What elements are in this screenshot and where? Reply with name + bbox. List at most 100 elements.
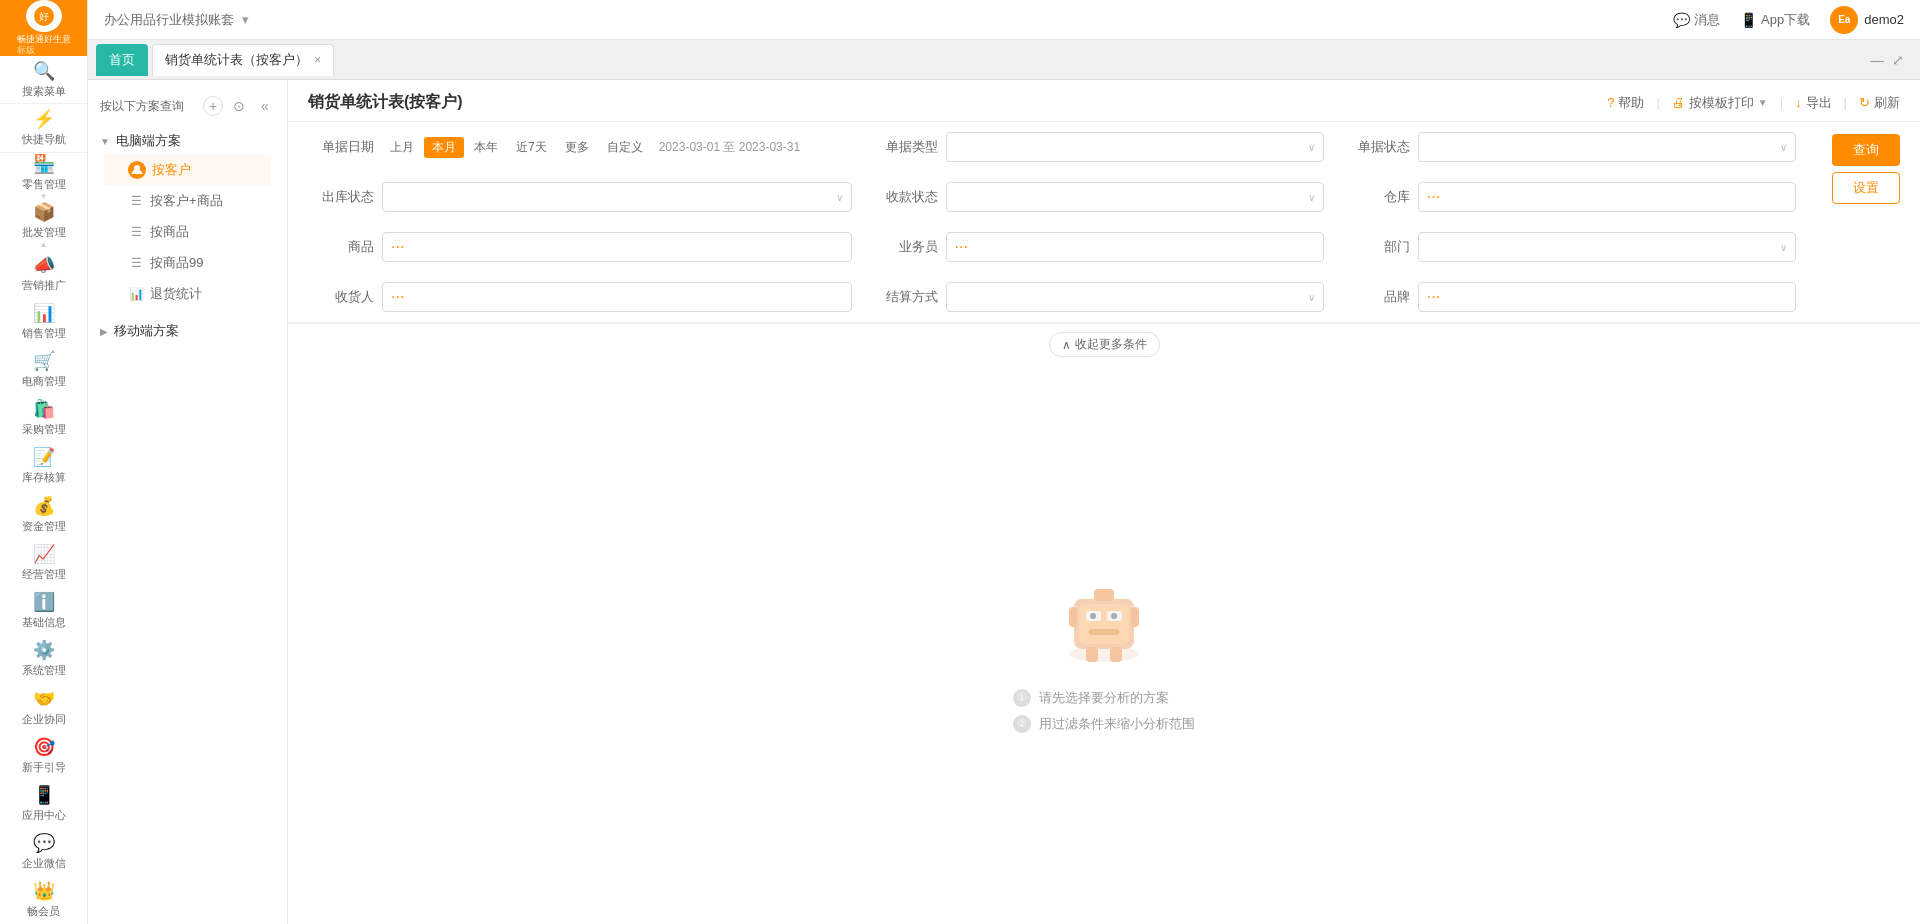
- product99-icon: ☰: [128, 255, 144, 271]
- sidebar-item-basics[interactable]: ℹ️ 基础信息: [0, 587, 88, 635]
- header-right: 💬 消息 📱 App下载 Ea demo2: [1673, 6, 1904, 34]
- step-2-num: ②: [1013, 715, 1031, 733]
- scheme-item-return-stats[interactable]: 📊 退货统计: [104, 279, 271, 309]
- collect-status-select[interactable]: ∨: [946, 182, 1324, 212]
- sidebar-item-retail[interactable]: 🏪 零售管理 ▼: [0, 153, 88, 201]
- date-tab-7days[interactable]: 近7天: [508, 137, 555, 158]
- filter-row-1: 单据日期 上月 本月 本年 近7天 更多 自定义 20: [288, 122, 1812, 162]
- scheme-header: 按以下方案查询 + ⊙ «: [88, 88, 287, 124]
- svg-rect-12: [1069, 607, 1077, 627]
- btn-group: 查询 设置: [1812, 122, 1920, 322]
- product-select[interactable]: ···: [382, 232, 852, 262]
- date-tab-this-year[interactable]: 本年: [466, 137, 506, 158]
- sidebar-item-wholesale[interactable]: 📦 批发管理 ▲: [0, 201, 88, 249]
- date-label: 单据日期: [304, 138, 374, 156]
- operations-icon: 📈: [33, 543, 55, 565]
- scheme-item-by-product[interactable]: ☰ 按商品: [104, 217, 271, 247]
- sidebar-item-ecommerce[interactable]: 🛒 电商管理: [0, 345, 88, 393]
- scheme-settings-button[interactable]: ⊙: [229, 96, 249, 116]
- return-stats-icon: 📊: [128, 286, 144, 302]
- date-tab-more[interactable]: 更多: [557, 137, 597, 158]
- salesperson-select[interactable]: ···: [946, 232, 1324, 262]
- product-icon: ☰: [128, 224, 144, 240]
- system-icon: ⚙️: [33, 639, 55, 661]
- sidebar-item-operations[interactable]: 📈 经营管理: [0, 538, 88, 586]
- ecommerce-icon: 🛒: [33, 350, 55, 372]
- doc-status-select[interactable]: ∨: [1418, 132, 1796, 162]
- print-icon: 🖨: [1672, 95, 1685, 110]
- tab-home[interactable]: 首页: [96, 44, 148, 76]
- member-icon: 👑: [33, 880, 55, 902]
- tab-minimize-icon[interactable]: —: [1870, 52, 1884, 68]
- help-button[interactable]: ? 帮助: [1607, 94, 1644, 112]
- tab-close-icon[interactable]: ×: [314, 53, 321, 67]
- filter-row-4: 收货人 ··· 结算方式 ∨: [288, 274, 1812, 322]
- doc-type-select[interactable]: ∨: [946, 132, 1324, 162]
- tab-maximize-icon[interactable]: ⤢: [1892, 52, 1904, 68]
- scheme-collapse-button[interactable]: «: [255, 96, 275, 116]
- sidebar-item-sales[interactable]: 📊 销售管理: [0, 297, 88, 345]
- query-button[interactable]: 查询: [1832, 134, 1900, 166]
- scheme-category-mobile: ▶ 移动端方案: [88, 314, 287, 348]
- payment-label: 结算方式: [868, 288, 938, 306]
- search-icon: 🔍: [33, 60, 55, 82]
- sidebar-item-inventory[interactable]: 📝 库存核算: [0, 442, 88, 490]
- svg-rect-13: [1131, 607, 1139, 627]
- logo[interactable]: 好 畅捷通好生意 标版: [0, 0, 88, 56]
- receiver-ellipsis: ···: [391, 288, 404, 306]
- warehouse-select[interactable]: ···: [1418, 182, 1796, 212]
- svg-rect-5: [1079, 604, 1129, 644]
- sidebar-item-appcenter[interactable]: 📱 应用中心: [0, 779, 88, 827]
- breadcrumb-arrow[interactable]: ▾: [242, 12, 249, 27]
- scheme-item-by-product-99[interactable]: ☰ 按商品99: [104, 248, 271, 278]
- receiver-select[interactable]: ···: [382, 282, 852, 312]
- export-button[interactable]: ↓ 导出: [1795, 94, 1832, 112]
- tab-sales-stat[interactable]: 销货单统计表（按客户） ×: [152, 44, 334, 76]
- scheme-category-header-mobile[interactable]: ▶ 移动端方案: [100, 318, 275, 344]
- sidebar-item-newbie[interactable]: 🎯 新手引导: [0, 731, 88, 779]
- filter-row-2: 出库状态 ∨ 收款状态 ∨: [288, 174, 1812, 212]
- download-icon: 📱: [1740, 12, 1757, 28]
- out-status-select[interactable]: ∨: [382, 182, 852, 212]
- sidebar-item-finance[interactable]: 💰 资金管理: [0, 490, 88, 538]
- sidebar-item-purchase[interactable]: 🛍️ 采购管理: [0, 394, 88, 442]
- out-status-arrow: ∨: [836, 192, 843, 203]
- svg-text:好: 好: [39, 11, 49, 22]
- date-tab-custom[interactable]: 自定义: [599, 137, 651, 158]
- filter-collect-status: 收款状态 ∨: [868, 182, 1324, 212]
- collapse-bar[interactable]: ∧ 收起更多条件: [288, 323, 1920, 365]
- sidebar-item-member[interactable]: 👑 畅会员: [0, 876, 88, 924]
- payment-select[interactable]: ∨: [946, 282, 1324, 312]
- refresh-button[interactable]: ↻ 刷新: [1859, 94, 1900, 112]
- print-button[interactable]: 🖨 按模板打印 ▼: [1672, 94, 1768, 112]
- message-button[interactable]: 💬 消息: [1673, 11, 1720, 29]
- sidebar-item-wechat[interactable]: 💬 企业微信: [0, 828, 88, 876]
- settings-button[interactable]: 设置: [1832, 172, 1900, 204]
- app-download-button[interactable]: 📱 App下载: [1740, 11, 1810, 29]
- scheme-item-by-customer[interactable]: 按客户: [104, 155, 271, 185]
- purchase-icon: 🛍️: [33, 398, 55, 420]
- header-left: 办公用品行业模拟账套 ▾: [104, 11, 249, 29]
- scheme-add-button[interactable]: +: [203, 96, 223, 116]
- user-area[interactable]: Ea demo2: [1830, 6, 1904, 34]
- department-select[interactable]: ∨: [1418, 232, 1796, 262]
- collapse-btn[interactable]: ∧ 收起更多条件: [1049, 332, 1160, 357]
- date-tab-last-month[interactable]: 上月: [382, 137, 422, 158]
- sidebar-item-system[interactable]: ⚙️ 系统管理: [0, 635, 88, 683]
- date-tab-this-month[interactable]: 本月: [424, 137, 464, 158]
- sidebar-item-search[interactable]: 🔍 搜索菜单: [0, 56, 88, 104]
- brand-select[interactable]: ···: [1418, 282, 1796, 312]
- wechat-icon: 💬: [33, 832, 55, 854]
- sidebar: 好 畅捷通好生意 标版 🔍 搜索菜单 ⚡ 快捷导航 🏪 零售管理 ▼ 📦 批发管…: [0, 0, 88, 924]
- page-title: 销货单统计表(按客户): [308, 92, 463, 113]
- step-1-num: ①: [1013, 689, 1031, 707]
- sidebar-item-quick-nav[interactable]: ⚡ 快捷导航: [0, 104, 88, 152]
- svg-rect-15: [1110, 647, 1122, 662]
- tab-sales-stat-label: 销货单统计表（按客户）: [165, 51, 308, 69]
- scheme-category-header-desktop[interactable]: ▼ 电脑端方案: [100, 128, 275, 154]
- avatar: Ea: [1830, 6, 1858, 34]
- scheme-item-by-customer-product[interactable]: ☰ 按客户+商品: [104, 186, 271, 216]
- quick-nav-icon: ⚡: [33, 108, 55, 130]
- sidebar-item-marketing[interactable]: 📣 营销推广: [0, 249, 88, 297]
- sidebar-item-enterprise[interactable]: 🤝 企业协同: [0, 683, 88, 731]
